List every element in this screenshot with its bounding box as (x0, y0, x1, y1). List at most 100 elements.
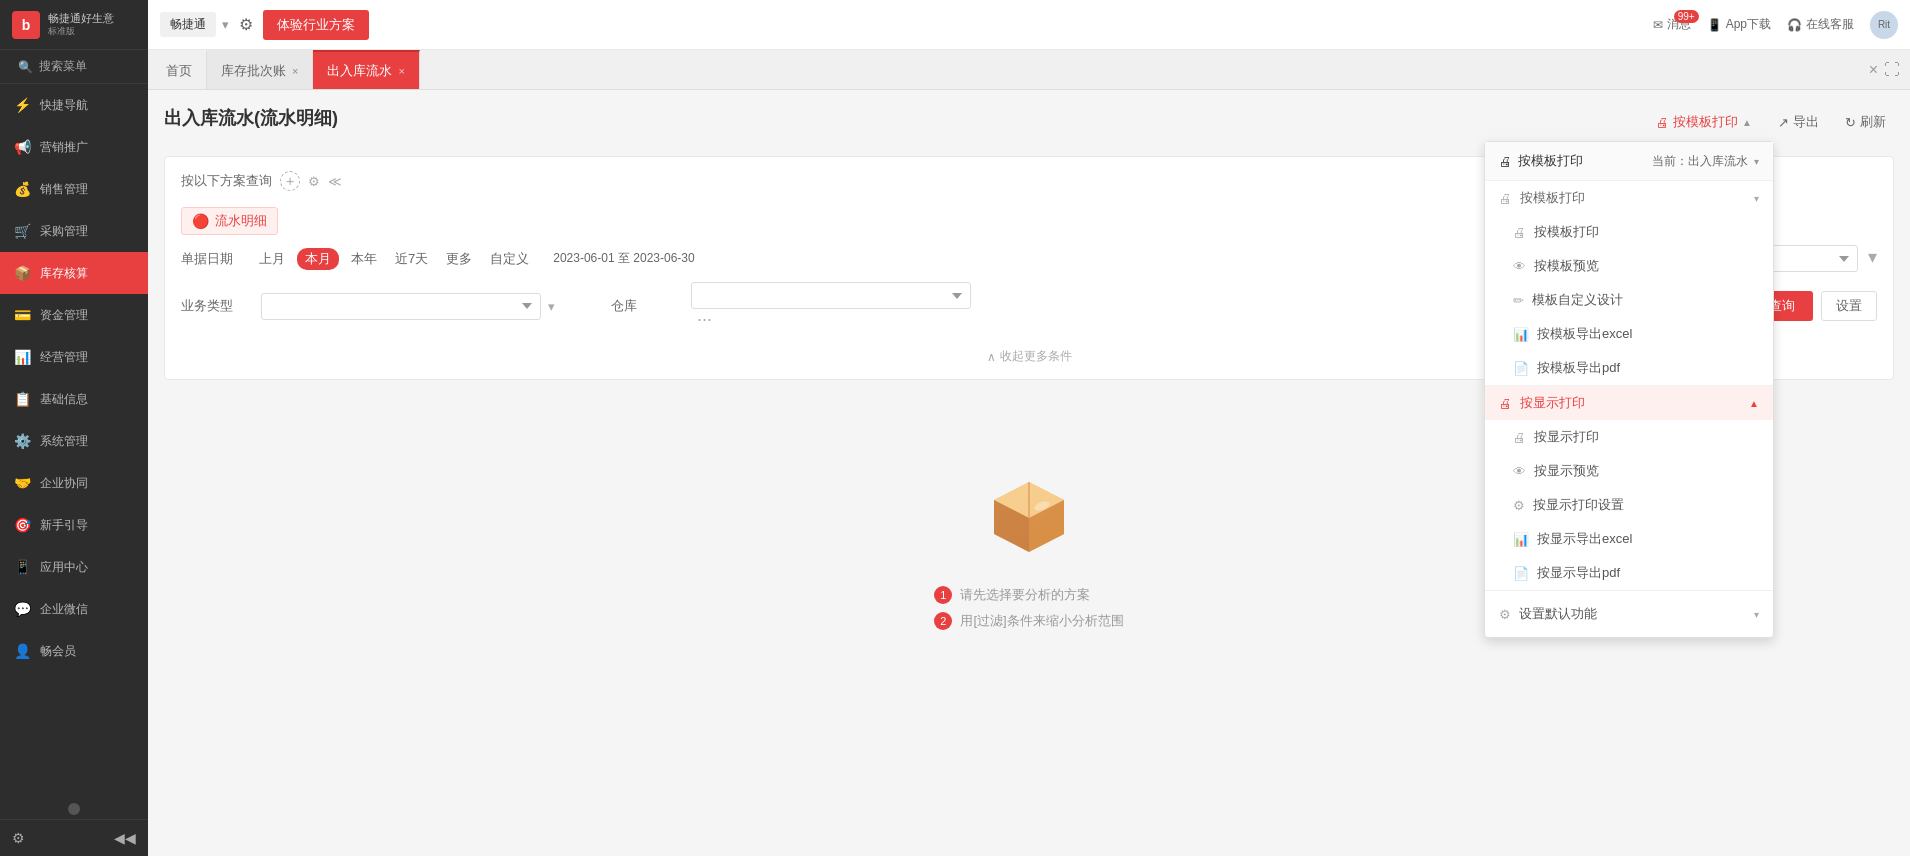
wechat-icon: 💬 (12, 599, 32, 619)
empty-steps: 1 请先选择要分析的方案 2 用[过滤]条件来缩小分析范围 (934, 582, 1123, 634)
date-opt-this-month[interactable]: 本月 (297, 248, 339, 270)
topbar-user: 畅捷通 ▾ ⚙ (160, 12, 253, 37)
empty-box-icon (984, 472, 1074, 562)
tab-batch-account-close[interactable]: × (292, 65, 298, 77)
sidebar-item-system[interactable]: ⚙️ 系统管理 (0, 420, 148, 462)
app-label: App下载 (1726, 16, 1771, 33)
topbar-gear-icon[interactable]: ⚙ (239, 15, 253, 34)
sidebar-item-marketing[interactable]: 📢 营销推广 (0, 126, 148, 168)
warehouse-select[interactable] (691, 282, 971, 309)
template-print-item[interactable]: 🖨 按模板打印 (1485, 215, 1773, 249)
sidebar-item-enterprise[interactable]: 🤝 企业协同 (0, 462, 148, 504)
sidebar-item-finance[interactable]: 💳 资金管理 (0, 294, 148, 336)
display-print-section: 🖨 按显示打印 ▲ 🖨 按显示打印 👁 按显示预览 (1485, 386, 1773, 591)
display-print-settings-label: 按显示打印设置 (1533, 496, 1624, 514)
biz-type-select[interactable] (261, 293, 541, 320)
sidebar-item-operation[interactable]: 📊 经营管理 (0, 336, 148, 378)
close-window-icon[interactable]: × (1869, 61, 1878, 79)
template-design-label: 模板自定义设计 (1532, 291, 1623, 309)
username-dropdown-icon[interactable]: ▾ (222, 17, 229, 32)
doc-type-more-btn[interactable]: ▾ (1868, 247, 1877, 267)
refresh-btn[interactable]: ↻ 刷新 (1837, 109, 1894, 135)
date-opt-custom[interactable]: 自定义 (484, 248, 535, 270)
sidebar-label-system: 系统管理 (40, 433, 88, 450)
filter-add-btn[interactable]: + (280, 171, 300, 191)
sidebar-item-basic[interactable]: 📋 基础信息 (0, 378, 148, 420)
tab-batch-account[interactable]: 库存批次账 × (207, 50, 313, 89)
sidebar-item-purchase[interactable]: 🛒 采购管理 (0, 210, 148, 252)
template-section-label: 按模板打印 (1520, 189, 1585, 207)
biz-type-dropdown-icon[interactable]: ▾ (548, 299, 561, 314)
tab-inout-flow[interactable]: 出入库流水 × (313, 50, 419, 89)
tab-home[interactable]: 首页 (152, 50, 207, 89)
template-design-item[interactable]: ✏ 模板自定义设计 (1485, 283, 1773, 317)
avatar-text: Rit (1878, 19, 1890, 30)
message-btn[interactable]: ✉ 消息 99+ (1653, 16, 1691, 33)
app-download-btn[interactable]: 📱 App下载 (1707, 16, 1771, 33)
template-export-pdf-item[interactable]: 📄 按模板导出pdf (1485, 351, 1773, 385)
operation-icon: 📊 (12, 347, 32, 367)
export-label: 导出 (1793, 113, 1819, 131)
filter-settings-btn[interactable]: ⚙ (308, 174, 320, 189)
print-dropdown-arrow[interactable]: ▲ (1742, 117, 1752, 128)
set-default-item[interactable]: ⚙ 设置默认功能 ▾ (1499, 599, 1759, 629)
display-preview-item[interactable]: 👁 按显示预览 (1485, 454, 1773, 488)
dropdown-footer[interactable]: ⚙ 设置默认功能 ▾ (1485, 591, 1773, 637)
sidebar-item-member[interactable]: 👤 畅会员 (0, 630, 148, 672)
toolbar: 🖨 按模板打印 ▲ ↗ 导出 ↻ 刷新 🖨 (1648, 109, 1894, 135)
main-area: 畅捷通 ▾ ⚙ 体验行业方案 ✉ 消息 99+ 📱 App下载 🎧 在线客服 R… (148, 0, 1910, 856)
enterprise-icon: 🤝 (12, 473, 32, 493)
sales-icon: 💰 (12, 179, 32, 199)
sidebar-item-guide[interactable]: 🎯 新手引导 (0, 504, 148, 546)
user-avatar[interactable]: Rit (1870, 11, 1898, 39)
scroll-down-btn[interactable] (68, 803, 80, 815)
template-preview-icon: 👁 (1513, 259, 1526, 274)
sidebar-item-wechat[interactable]: 💬 企业微信 (0, 588, 148, 630)
sidebar-item-inventory[interactable]: 📦 库存核算 (0, 252, 148, 294)
sidebar-label-sales: 销售管理 (40, 181, 88, 198)
template-export-excel-item[interactable]: 📊 按模板导出excel (1485, 317, 1773, 351)
expand-window-icon[interactable]: ⛶ (1884, 61, 1900, 79)
collapse-sidebar-icon[interactable]: ◀◀ (114, 830, 136, 846)
current-template-arrow[interactable]: ▾ (1754, 156, 1759, 167)
display-section-header[interactable]: 🖨 按显示打印 ▲ (1485, 386, 1773, 420)
export-btn[interactable]: ↗ 导出 (1770, 109, 1827, 135)
template-preview-item[interactable]: 👁 按模板预览 (1485, 249, 1773, 283)
print-label: 按模板打印 (1673, 113, 1738, 131)
sidebar-label-inventory: 库存核算 (40, 265, 88, 282)
display-print-settings-item[interactable]: ⚙ 按显示打印设置 (1485, 488, 1773, 522)
date-opt-more[interactable]: 更多 (440, 248, 478, 270)
inventory-icon: 📦 (12, 263, 32, 283)
sidebar-item-app-center[interactable]: 📱 应用中心 (0, 546, 148, 588)
print-template-btn[interactable]: 🖨 按模板打印 ▲ (1648, 109, 1760, 135)
settings-bottom-icon[interactable]: ⚙ (12, 830, 25, 846)
active-filter-tag[interactable]: 🔴 流水明细 (181, 207, 278, 235)
search-menu[interactable]: 🔍 搜索菜单 (0, 50, 148, 84)
sidebar-item-sales[interactable]: 💰 销售管理 (0, 168, 148, 210)
warehouse-label: 仓库 (611, 297, 671, 315)
filter-collapse-btn[interactable]: ≪ (328, 174, 342, 189)
date-opt-this-year[interactable]: 本年 (345, 248, 383, 270)
sidebar-label-wechat: 企业微信 (40, 601, 88, 618)
template-export-excel-label: 按模板导出excel (1537, 325, 1632, 343)
display-print-item[interactable]: 🖨 按显示打印 (1485, 420, 1773, 454)
date-opt-7days[interactable]: 近7天 (389, 248, 434, 270)
date-options: 上月 本月 本年 近7天 更多 自定义 (253, 248, 535, 270)
online-service-btn[interactable]: 🎧 在线客服 (1787, 16, 1854, 33)
collapse-more-btn[interactable]: ∧ 收起更多条件 (987, 348, 1072, 365)
logo-icon: b (12, 11, 40, 39)
set-default-label: 设置默认功能 (1519, 605, 1597, 623)
display-export-pdf-item[interactable]: 📄 按显示导出pdf (1485, 556, 1773, 590)
warehouse-more-btn[interactable]: ··· (697, 309, 712, 329)
tab-inout-flow-close[interactable]: × (398, 65, 404, 77)
display-export-excel-item[interactable]: 📊 按显示导出excel (1485, 522, 1773, 556)
settings-btn[interactable]: 设置 (1821, 291, 1877, 321)
printer-icon: 🖨 (1499, 154, 1512, 169)
step-2-text: 用[过滤]条件来缩小分析范围 (960, 608, 1123, 634)
template-section-header[interactable]: 🖨 按模板打印 ▾ (1485, 181, 1773, 215)
sidebar-item-quick-nav[interactable]: ⚡ 快捷导航 (0, 84, 148, 126)
page-title: 出入库流水(流水明细) (164, 106, 338, 130)
empty-step-1: 1 请先选择要分析的方案 (934, 582, 1123, 608)
industry-btn[interactable]: 体验行业方案 (263, 10, 369, 40)
date-opt-last-month[interactable]: 上月 (253, 248, 291, 270)
